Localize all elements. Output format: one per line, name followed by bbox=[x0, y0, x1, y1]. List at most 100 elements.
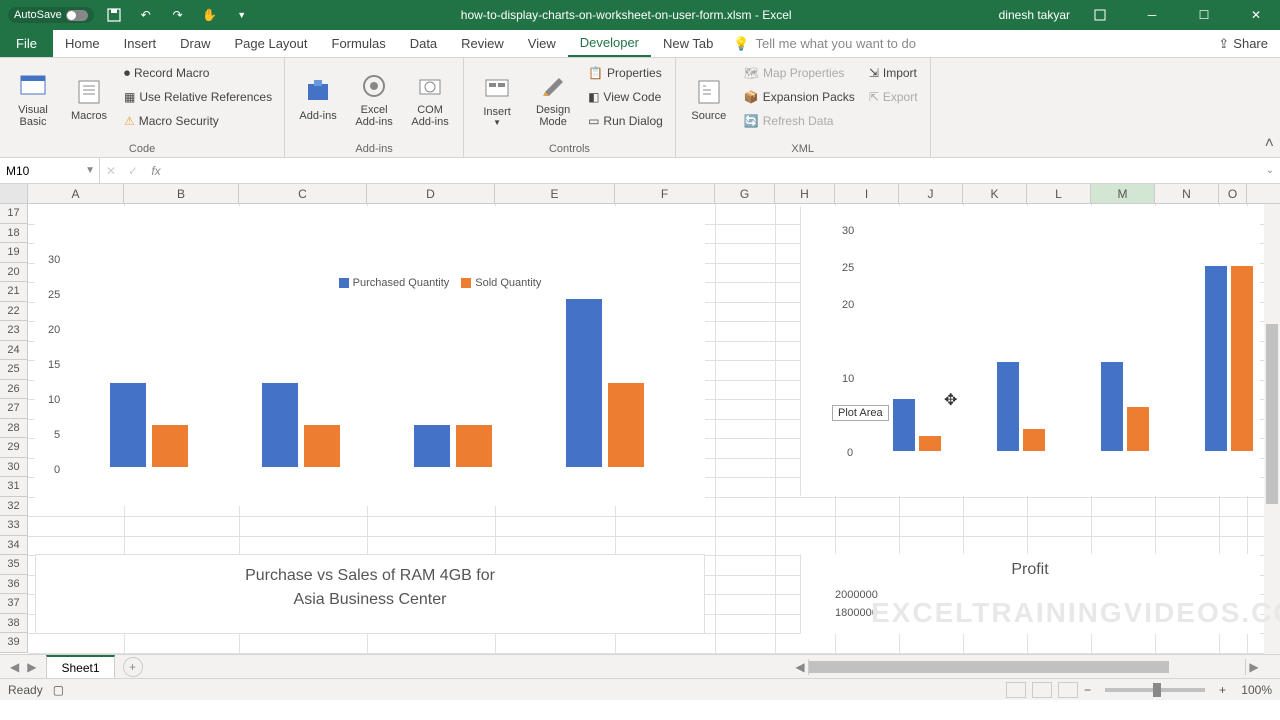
zoom-in-button[interactable]: + bbox=[1219, 683, 1226, 697]
row-header[interactable]: 21 bbox=[0, 282, 27, 302]
maximize-button[interactable]: ☐ bbox=[1182, 0, 1226, 30]
share-button[interactable]: ⇪ Share bbox=[1218, 36, 1280, 52]
insert-control-button[interactable]: Insert ▼ bbox=[472, 62, 522, 136]
chart-purchase-vs-sales-left[interactable]: Purchased Quantity Sold Quantity 30 25 2… bbox=[35, 206, 705, 506]
sheet-nav-prev[interactable]: ◀ bbox=[10, 660, 19, 674]
column-header[interactable]: D bbox=[367, 184, 495, 203]
save-button[interactable] bbox=[102, 3, 126, 27]
column-header[interactable]: O bbox=[1219, 184, 1247, 203]
tell-me-input[interactable]: 💡 Tell me what you want to do bbox=[733, 36, 916, 52]
worksheet-grid[interactable]: ABCDEFGHIJKLMNO 171819202122232425262728… bbox=[0, 184, 1280, 654]
vertical-scrollbar[interactable] bbox=[1264, 204, 1280, 654]
macros-button[interactable]: Macros bbox=[64, 62, 114, 136]
row-header[interactable]: 29 bbox=[0, 438, 27, 458]
row-header[interactable]: 31 bbox=[0, 477, 27, 497]
row-header[interactable]: 39 bbox=[0, 633, 27, 653]
column-header[interactable]: C bbox=[239, 184, 367, 203]
horizontal-scrollbar[interactable] bbox=[808, 659, 1246, 675]
properties-button[interactable]: 📋Properties bbox=[584, 62, 667, 84]
row-header[interactable]: 36 bbox=[0, 575, 27, 595]
addins-button[interactable]: Add-ins bbox=[293, 62, 343, 136]
row-header[interactable]: 35 bbox=[0, 555, 27, 575]
close-button[interactable]: ✕ bbox=[1234, 0, 1278, 30]
tab-page-layout[interactable]: Page Layout bbox=[223, 30, 320, 57]
use-relative-button[interactable]: ▦Use Relative References bbox=[120, 86, 276, 108]
row-header[interactable]: 25 bbox=[0, 360, 27, 380]
row-header[interactable]: 32 bbox=[0, 497, 27, 517]
run-dialog-button[interactable]: ▭Run Dialog bbox=[584, 110, 667, 132]
visual-basic-button[interactable]: Visual Basic bbox=[8, 62, 58, 136]
row-header[interactable]: 34 bbox=[0, 536, 27, 556]
add-sheet-button[interactable]: + bbox=[123, 657, 143, 677]
scroll-thumb[interactable] bbox=[809, 661, 1169, 673]
design-mode-button[interactable]: Design Mode bbox=[528, 62, 578, 136]
row-header[interactable]: 19 bbox=[0, 243, 27, 263]
tab-data[interactable]: Data bbox=[398, 30, 449, 57]
hscroll-right-button[interactable]: ▶ bbox=[1246, 659, 1262, 675]
collapse-ribbon-button[interactable]: ˄ bbox=[1265, 135, 1274, 153]
zoom-out-button[interactable]: − bbox=[1084, 683, 1091, 697]
tab-formulas[interactable]: Formulas bbox=[320, 30, 398, 57]
row-header[interactable]: 17 bbox=[0, 204, 27, 224]
view-code-button[interactable]: ◧View Code bbox=[584, 86, 667, 108]
tab-view[interactable]: View bbox=[516, 30, 568, 57]
macro-record-status-icon[interactable]: ▢ bbox=[53, 683, 64, 697]
macro-security-button[interactable]: ⚠Macro Security bbox=[120, 110, 276, 132]
page-break-view-button[interactable] bbox=[1058, 682, 1078, 698]
customize-qa-dropdown[interactable]: ▼ bbox=[230, 3, 254, 27]
row-header[interactable]: 24 bbox=[0, 341, 27, 361]
column-header[interactable]: F bbox=[615, 184, 715, 203]
hscroll-left-button[interactable]: ◀ bbox=[792, 659, 808, 675]
tab-insert[interactable]: Insert bbox=[112, 30, 169, 57]
chart-profit[interactable]: Profit 2000000 1800000 EXCELTRAININGVIDE… bbox=[800, 554, 1260, 634]
column-header[interactable]: N bbox=[1155, 184, 1219, 203]
column-header[interactable]: E bbox=[495, 184, 615, 203]
row-header[interactable]: 30 bbox=[0, 458, 27, 478]
xml-source-button[interactable]: Source bbox=[684, 62, 734, 136]
row-headers[interactable]: 1718192021222324252627282930313233343536… bbox=[0, 204, 28, 653]
expand-formula-bar-button[interactable]: ⌄ bbox=[1260, 165, 1280, 176]
minimize-button[interactable]: ─ bbox=[1130, 0, 1174, 30]
tab-home[interactable]: Home bbox=[53, 30, 112, 57]
column-header[interactable]: L bbox=[1027, 184, 1091, 203]
scroll-thumb[interactable] bbox=[1266, 324, 1278, 504]
page-layout-view-button[interactable] bbox=[1032, 682, 1052, 698]
column-header[interactable]: K bbox=[963, 184, 1027, 203]
ribbon-options-button[interactable] bbox=[1078, 0, 1122, 30]
user-name[interactable]: dinesh takyar bbox=[999, 8, 1070, 22]
row-header[interactable]: 27 bbox=[0, 399, 27, 419]
row-header[interactable]: 37 bbox=[0, 594, 27, 614]
column-header[interactable]: M bbox=[1091, 184, 1155, 203]
fx-button[interactable]: fx bbox=[144, 164, 168, 178]
chart-title-box-left[interactable]: Purchase vs Sales of RAM 4GB for Asia Bu… bbox=[35, 554, 705, 634]
select-all-corner[interactable] bbox=[0, 184, 28, 203]
row-header[interactable]: 18 bbox=[0, 224, 27, 244]
tab-new-tab[interactable]: New Tab bbox=[651, 30, 725, 57]
chevron-down-icon[interactable]: ▼ bbox=[85, 165, 95, 176]
column-headers[interactable]: ABCDEFGHIJKLMNO bbox=[0, 184, 1280, 204]
row-header[interactable]: 22 bbox=[0, 302, 27, 322]
chart-right-bar[interactable]: 30 25 20 10 0 Plot Area ✥ bbox=[800, 206, 1260, 496]
normal-view-button[interactable] bbox=[1006, 682, 1026, 698]
column-header[interactable]: J bbox=[899, 184, 963, 203]
name-box[interactable]: M10 ▼ bbox=[0, 158, 100, 183]
tab-review[interactable]: Review bbox=[449, 30, 516, 57]
zoom-slider[interactable] bbox=[1105, 688, 1205, 692]
row-header[interactable]: 33 bbox=[0, 516, 27, 536]
com-addins-button[interactable]: COM Add-ins bbox=[405, 62, 455, 136]
row-header[interactable]: 26 bbox=[0, 380, 27, 400]
tab-developer[interactable]: Developer bbox=[568, 30, 651, 57]
sheet-nav-next[interactable]: ▶ bbox=[27, 660, 36, 674]
expansion-packs-button[interactable]: 📦Expansion Packs bbox=[740, 86, 859, 108]
autosave-toggle[interactable]: AutoSave bbox=[8, 7, 94, 23]
undo-button[interactable]: ↶ bbox=[134, 3, 158, 27]
column-header[interactable]: I bbox=[835, 184, 899, 203]
redo-button[interactable]: ↷ bbox=[166, 3, 190, 27]
row-header[interactable]: 28 bbox=[0, 419, 27, 439]
row-header[interactable]: 38 bbox=[0, 614, 27, 634]
tab-draw[interactable]: Draw bbox=[168, 30, 222, 57]
column-header[interactable]: A bbox=[28, 184, 124, 203]
row-header[interactable]: 20 bbox=[0, 263, 27, 283]
column-header[interactable]: G bbox=[715, 184, 775, 203]
touch-mode-button[interactable]: ✋ bbox=[198, 3, 222, 27]
